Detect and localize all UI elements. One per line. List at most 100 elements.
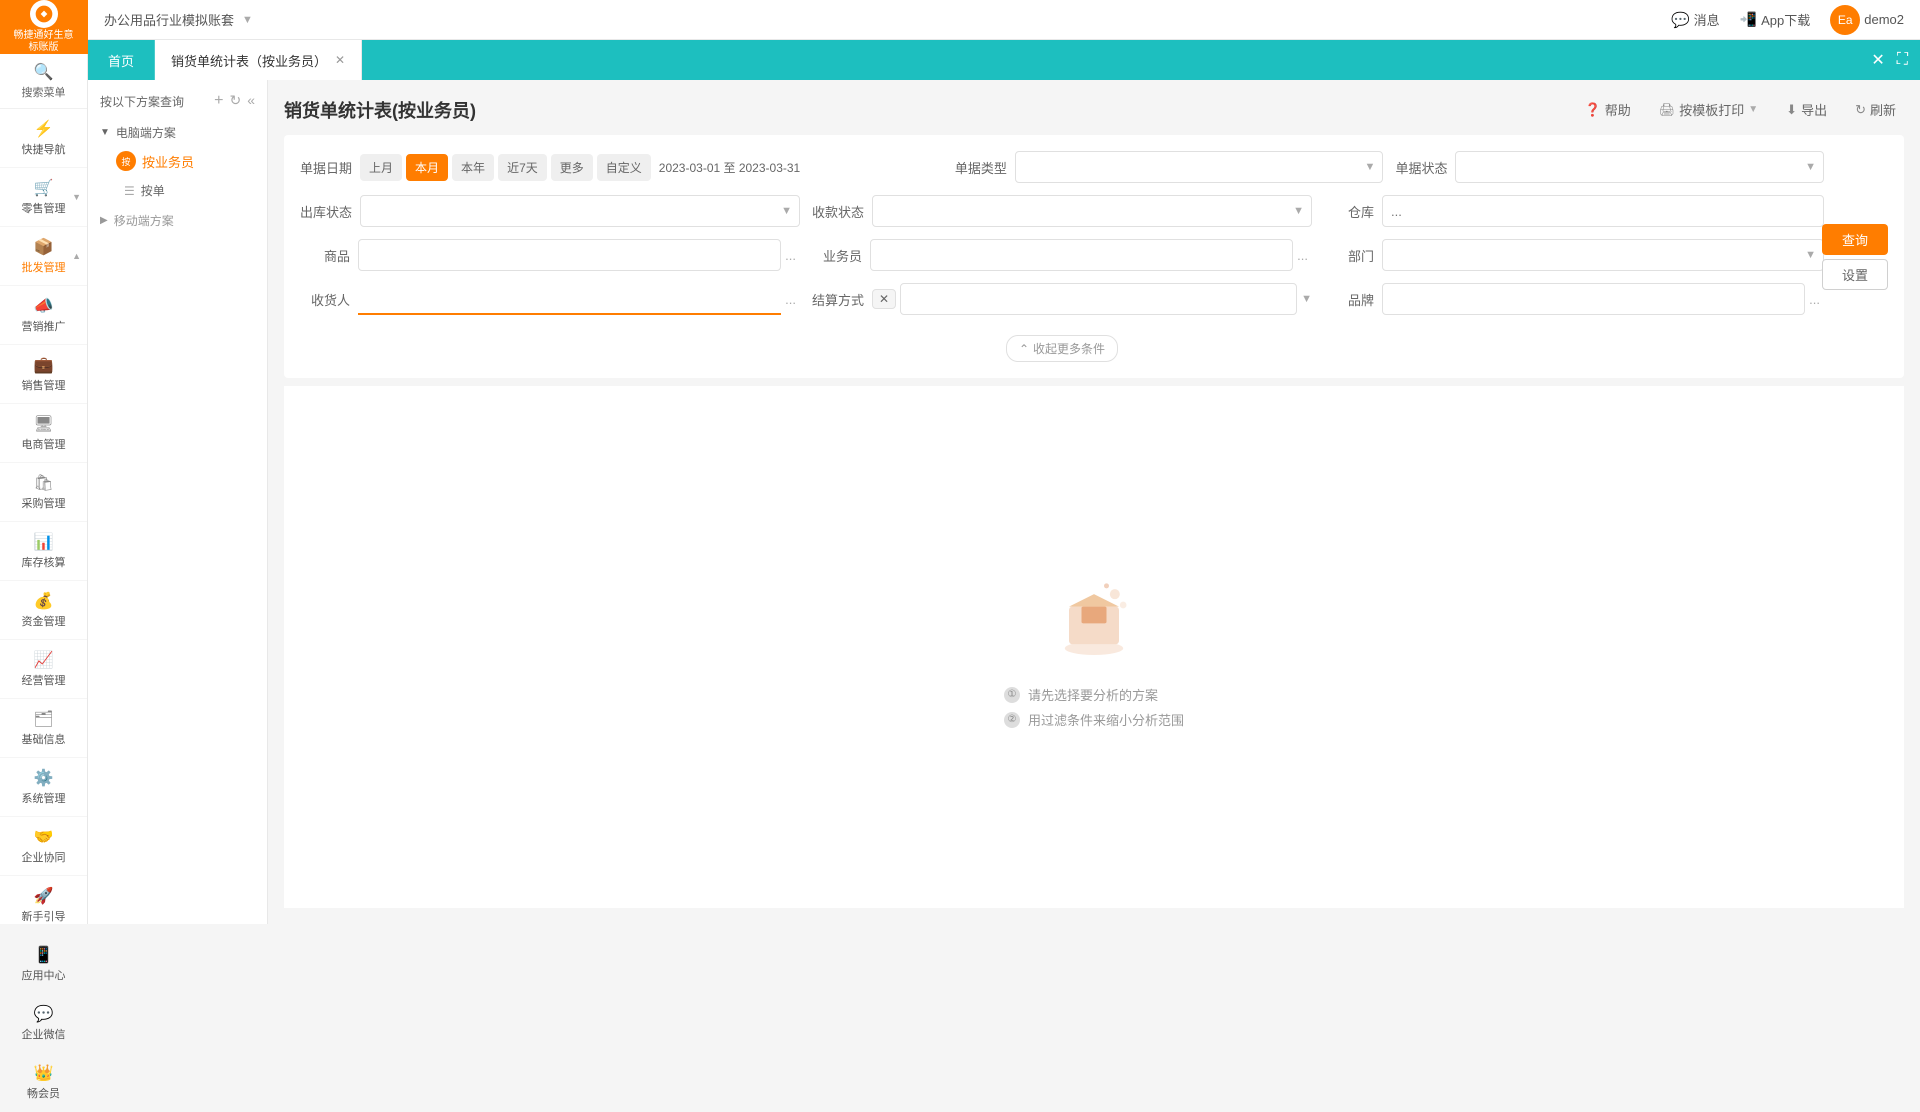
sidebar-item-wholesale[interactable]: 📦 批发管理 ▲ — [0, 227, 87, 286]
filter-form: 单据日期 上月 本月 本年 近7天 更多 自定义 2023-03-01 至 20… — [284, 135, 1904, 378]
filter-out-status: 出库状态 ▼ — [300, 195, 800, 227]
sidebar-item-ecommerce[interactable]: 🖥 电商管理 — [0, 404, 87, 463]
filter-doc-status: 单据状态 ▼ — [1395, 151, 1824, 183]
refresh-icon: ↻ — [1855, 102, 1866, 118]
scheme-item-salesman[interactable]: 按 按业务员 — [88, 145, 267, 177]
close-tab-icon[interactable]: ✕ — [1871, 50, 1884, 70]
breadcrumb: 办公用品行业模拟账套 — [104, 10, 234, 29]
query-button[interactable]: 查询 — [1822, 224, 1888, 255]
wholesale-icon: 📦 — [34, 237, 54, 257]
logo[interactable]: 畅捷通好生意标账版 — [0, 0, 88, 54]
user-profile[interactable]: Ea demo2 — [1830, 5, 1904, 35]
consignee-input[interactable] — [358, 283, 781, 315]
sidebar-item-sales[interactable]: 💼 销售管理 — [0, 345, 87, 404]
date-btn-more[interactable]: 更多 — [551, 154, 593, 181]
date-btn-7days[interactable]: 近7天 — [498, 154, 547, 181]
goods-input[interactable] — [358, 239, 781, 271]
template-print-btn[interactable]: 🖨 按模板打印 ▼ — [1651, 96, 1766, 123]
salesman-dots-btn[interactable]: ... — [1293, 248, 1312, 263]
sidebar-item-finance[interactable]: 💰 资金管理 — [0, 581, 87, 640]
tab-home[interactable]: 首页 — [88, 40, 155, 80]
date-btn-this-year[interactable]: 本年 — [452, 154, 494, 181]
export-btn[interactable]: ⬇ 导出 — [1778, 96, 1835, 123]
doc-status-select[interactable] — [1455, 151, 1824, 183]
help-btn[interactable]: ❓ 帮助 — [1577, 96, 1639, 123]
sidebar-item-inventory[interactable]: 📊 库存核算 — [0, 522, 87, 581]
filter-consignee: 收货人 ... — [300, 283, 800, 315]
settlement-tag-close[interactable]: ✕ — [879, 292, 889, 306]
hint-num-1: ① — [1004, 687, 1020, 703]
retail-icon: 🛒 — [34, 178, 54, 198]
sidebar-item-enterprise[interactable]: 🤝 企业协同 — [0, 817, 87, 876]
sidebar-search[interactable]: 🔍 搜索菜单 — [0, 54, 87, 109]
salesman-input[interactable] — [870, 239, 1293, 271]
sidebar-item-retail[interactable]: 🛒 零售管理 ▼ — [0, 168, 87, 227]
hint-num-2: ② — [1004, 712, 1020, 728]
tab-active[interactable]: 销货单统计表（按业务员） ✕ — [155, 40, 362, 80]
page-header: 销货单统计表(按业务员) ❓ 帮助 🖨 按模板打印 ▼ ⬇ 导出 — [284, 96, 1904, 123]
sidebar-item-member[interactable]: 👑 畅会员 — [0, 1053, 87, 1112]
sidebar-item-ops[interactable]: 📈 经营管理 — [0, 640, 87, 699]
filter-goods: 商品 ... — [300, 239, 800, 271]
sidebar-item-marketing[interactable]: 📣 营销推广 — [0, 286, 87, 345]
receive-status-select[interactable] — [872, 195, 1312, 227]
collapse-icon: ⌃ — [1019, 342, 1029, 356]
ops-icon: 📈 — [34, 650, 54, 670]
refresh-btn[interactable]: ↻ 刷新 — [1847, 96, 1904, 123]
sidebar-item-purchase[interactable]: 🛍 采购管理 — [0, 463, 87, 522]
date-btn-last-month[interactable]: 上月 — [360, 154, 402, 181]
brand-input[interactable] — [1382, 283, 1805, 315]
scheme-icon: 按 — [116, 151, 136, 171]
sidebar-item-system[interactable]: ⚙️ 系统管理 — [0, 758, 87, 817]
collapse-btn[interactable]: ⌃ 收起更多条件 — [1006, 335, 1118, 362]
department-select[interactable] — [1382, 239, 1824, 271]
right-content: 销货单统计表(按业务员) ❓ 帮助 🖨 按模板打印 ▼ ⬇ 导出 — [268, 80, 1920, 924]
download-icon: 📲 — [1740, 11, 1757, 28]
add-scheme-btn[interactable]: + — [214, 92, 223, 110]
mobile-section-header[interactable]: ▶ 移动端方案 — [88, 206, 267, 235]
refresh-scheme-btn[interactable]: ↻ — [229, 92, 241, 110]
date-filter-buttons: 上月 本月 本年 近7天 更多 自定义 2023-03-01 至 2023-03… — [360, 154, 943, 181]
scheme-item-order[interactable]: ☰ 按单 — [88, 177, 267, 204]
sidebar-item-label: 快捷导航 — [22, 141, 66, 157]
sidebar-item-newbie[interactable]: 🚀 新手引导 — [0, 876, 87, 935]
settings-button[interactable]: 设置 — [1822, 259, 1888, 290]
order-icon: ☰ — [124, 184, 135, 198]
sidebar-item-basic[interactable]: 🗂 基础信息 — [0, 699, 87, 758]
sidebar-item-quick-nav[interactable]: ⚡ 快捷导航 — [0, 109, 87, 168]
salesman-label: 业务员 — [812, 246, 862, 265]
app-download-btn[interactable]: 📲 App下载 — [1740, 10, 1811, 29]
doc-type-select[interactable] — [1015, 151, 1384, 183]
warehouse-input[interactable] — [1382, 195, 1824, 227]
collapse-label: 收起更多条件 — [1033, 340, 1105, 357]
brand-dots-btn[interactable]: ... — [1805, 292, 1824, 307]
date-btn-custom[interactable]: 自定义 — [597, 154, 651, 181]
breadcrumb-dropdown-icon[interactable]: ▼ — [242, 14, 253, 26]
sidebar-item-label: 新手引导 — [22, 908, 66, 924]
settlement-select[interactable] — [900, 283, 1297, 315]
goods-dots-btn[interactable]: ... — [781, 248, 800, 263]
template-print-label: 按模板打印 — [1679, 100, 1744, 119]
consignee-dots-btn[interactable]: ... — [781, 292, 800, 307]
out-status-select[interactable] — [360, 195, 800, 227]
collapse-row: ⌃ 收起更多条件 — [300, 327, 1824, 370]
sidebar-item-apps[interactable]: 📱 应用中心 — [0, 935, 87, 994]
filter-date: 单据日期 上月 本月 本年 近7天 更多 自定义 2023-03-01 至 20… — [300, 154, 943, 181]
help-icon: ❓ — [1585, 102, 1601, 118]
section-title: 电脑端方案 — [116, 124, 176, 141]
sidebar: 畅捷通好生意标账版 🔍 搜索菜单 ⚡ 快捷导航 🛒 零售管理 ▼ 📦 批发管理 … — [0, 0, 88, 924]
warehouse-label: 仓库 — [1324, 202, 1374, 221]
chevron-up-icon: ▲ — [72, 251, 81, 261]
collapse-panel-btn[interactable]: « — [247, 92, 255, 110]
user-name: demo2 — [1864, 12, 1904, 27]
sidebar-item-label: 资金管理 — [22, 613, 66, 629]
sidebar-item-label: 销售管理 — [22, 377, 66, 393]
message-btn[interactable]: 💬 消息 — [1671, 10, 1720, 29]
desktop-section: ▼ 电脑端方案 按 按业务员 ☰ 按单 — [88, 118, 267, 206]
sidebar-item-wechat[interactable]: 💬 企业微信 — [0, 994, 87, 1053]
desktop-section-header[interactable]: ▼ 电脑端方案 — [88, 120, 267, 145]
close-icon[interactable]: ✕ — [335, 53, 345, 67]
date-btn-this-month[interactable]: 本月 — [406, 154, 448, 181]
out-status-select-wrap: ▼ — [360, 195, 800, 227]
maximize-icon[interactable]: ⛶ — [1897, 51, 1908, 69]
